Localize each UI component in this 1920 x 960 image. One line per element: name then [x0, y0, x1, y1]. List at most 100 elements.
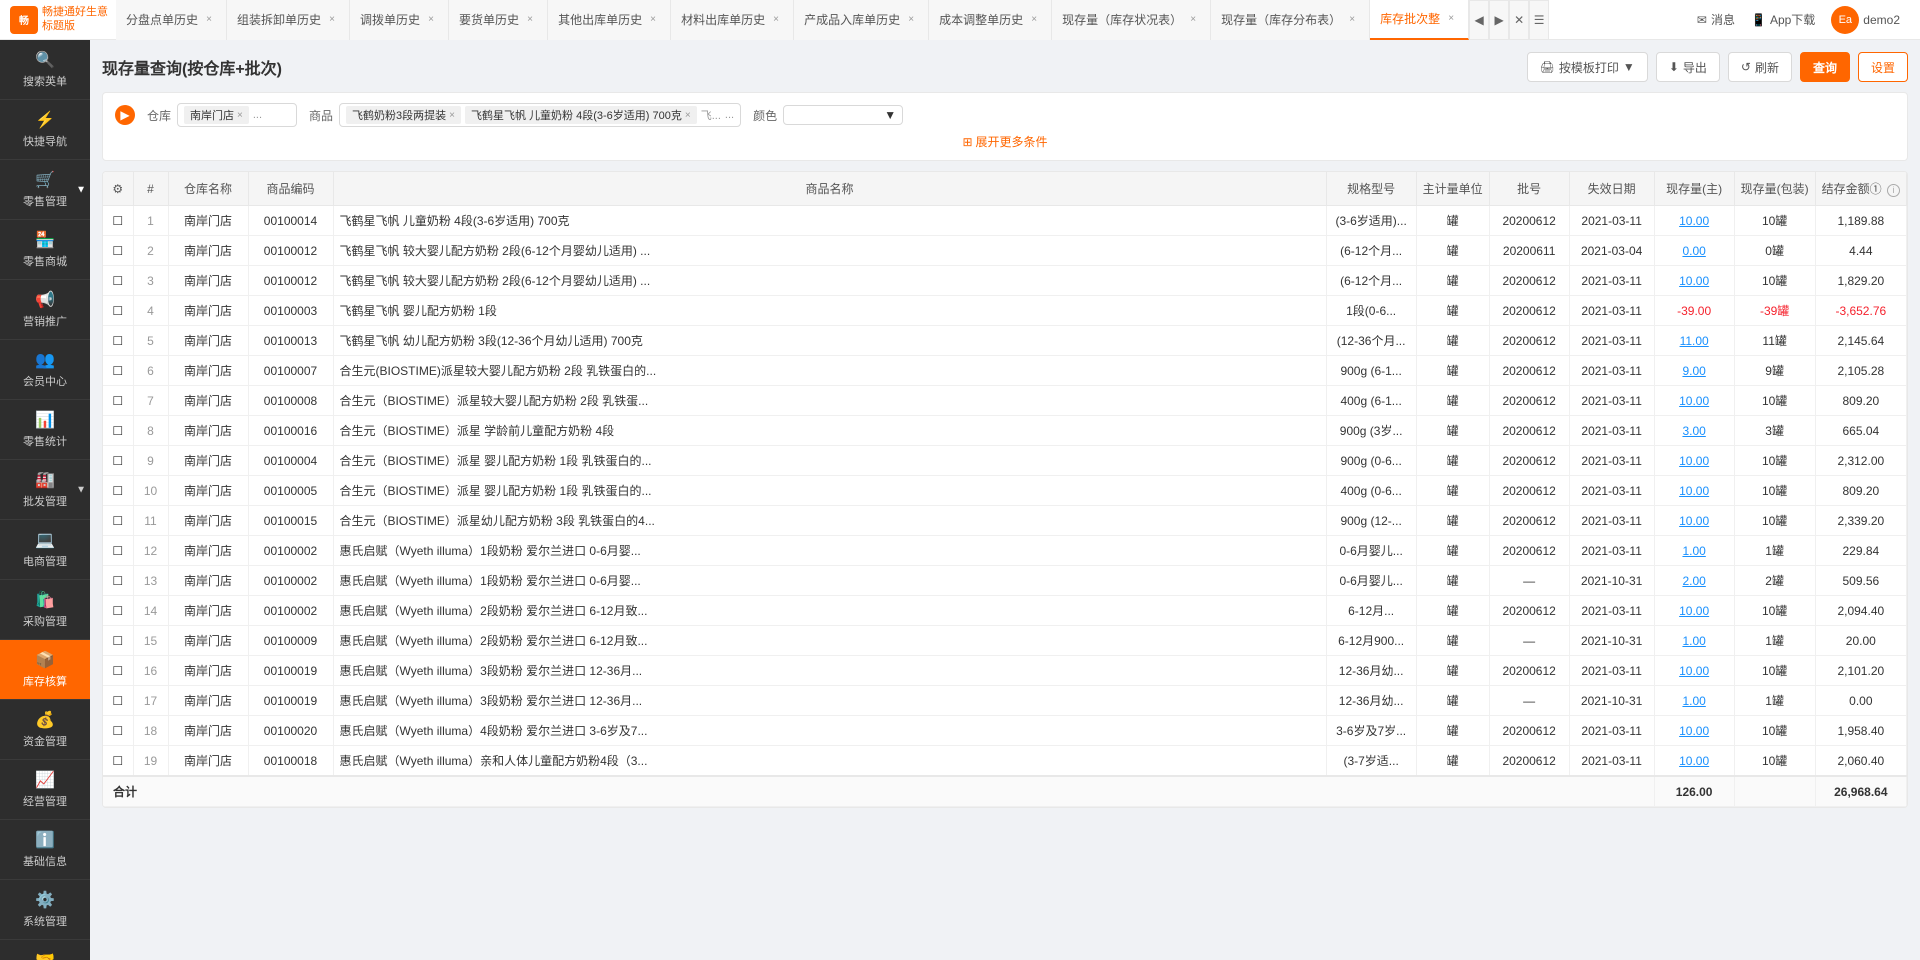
row-settings[interactable]: ☐: [103, 506, 133, 536]
tab-fen-pan[interactable]: 分盘点单历史 ×: [116, 0, 227, 40]
sidebar-item-retail-stats[interactable]: 📊 零售统计: [0, 400, 90, 460]
sidebar-item-operations[interactable]: 📈 经营管理: [0, 760, 90, 820]
tab-close-cai-liao[interactable]: ×: [769, 13, 783, 27]
app-download-button[interactable]: 📱 App下载: [1751, 11, 1815, 28]
row-qty-main[interactable]: 10.00: [1654, 446, 1734, 476]
tab-nav-left[interactable]: ◀: [1469, 0, 1489, 40]
row-qty-main[interactable]: 3.00: [1654, 416, 1734, 446]
row-qty-main[interactable]: 10.00: [1654, 746, 1734, 777]
row-qty-main[interactable]: 2.00: [1654, 566, 1734, 596]
user-menu[interactable]: Ea demo2: [1831, 6, 1900, 34]
table-settings-icon[interactable]: ⚙: [103, 172, 133, 206]
export-button[interactable]: ⬇ 导出: [1656, 52, 1720, 82]
row-qty-main[interactable]: 10.00: [1654, 386, 1734, 416]
row-qty-main[interactable]: 1.00: [1654, 626, 1734, 656]
row-settings[interactable]: ☐: [103, 296, 133, 326]
amount-info-icon[interactable]: i: [1887, 184, 1900, 197]
tab-xian-cun2[interactable]: 现存量（库存分布表） ×: [1211, 0, 1370, 40]
row-settings[interactable]: ☐: [103, 596, 133, 626]
tab-cheng-ben[interactable]: 成本调整单历史 ×: [929, 0, 1052, 40]
color-filter-input[interactable]: ▼: [783, 105, 903, 125]
row-qty-main[interactable]: 11.00: [1654, 326, 1734, 356]
tab-close-diao-bo[interactable]: ×: [424, 13, 438, 27]
sidebar-item-inventory[interactable]: 📦 库存核算: [0, 640, 90, 700]
row-qty-main[interactable]: 1.00: [1654, 686, 1734, 716]
row-qty-main[interactable]: 0.00: [1654, 236, 1734, 266]
tab-yao-huo[interactable]: 要货单历史 ×: [449, 0, 548, 40]
row-qty-main[interactable]: 10.00: [1654, 266, 1734, 296]
sidebar-item-wholesale[interactable]: 🏭 批发管理 ▼: [0, 460, 90, 520]
row-qty-main[interactable]: 10.00: [1654, 206, 1734, 236]
row-settings[interactable]: ☐: [103, 236, 133, 266]
sidebar-item-finance[interactable]: 💰 资金管理: [0, 700, 90, 760]
tab-close-ku-cun[interactable]: ×: [1444, 12, 1458, 26]
row-settings[interactable]: ☐: [103, 656, 133, 686]
row-settings[interactable]: ☐: [103, 626, 133, 656]
row-settings[interactable]: ☐: [103, 266, 133, 296]
row-qty-main[interactable]: 10.00: [1654, 476, 1734, 506]
sidebar-item-marketing[interactable]: 📢 营销推广: [0, 280, 90, 340]
row-qty-main[interactable]: 10.00: [1654, 656, 1734, 686]
filter-expand-button[interactable]: ▶: [115, 105, 135, 125]
query-button[interactable]: 查询: [1800, 52, 1850, 82]
tab-nav-close[interactable]: ✕: [1509, 0, 1529, 40]
tab-diao-bo[interactable]: 调拨单历史 ×: [350, 0, 449, 40]
product-tag1-close[interactable]: ×: [449, 110, 455, 121]
tab-close-fen-pan[interactable]: ×: [202, 13, 216, 27]
tab-nav-menu[interactable]: ☰: [1529, 0, 1549, 40]
tab-ku-cun-pi-ci[interactable]: 库存批次整 ×: [1370, 0, 1469, 40]
row-settings[interactable]: ☐: [103, 746, 133, 777]
sidebar-item-member[interactable]: 👥 会员中心: [0, 340, 90, 400]
sidebar-item-retail[interactable]: 🛒 零售管理 ▼: [0, 160, 90, 220]
sidebar-item-search[interactable]: 🔍 搜索英单: [0, 40, 90, 100]
tab-chan-pin[interactable]: 产成品入库单历史 ×: [794, 0, 929, 40]
row-settings[interactable]: ☐: [103, 416, 133, 446]
sidebar-item-ecommerce[interactable]: 💻 电商管理: [0, 520, 90, 580]
sidebar-item-corp-coop[interactable]: 🤝 企业协同: [0, 940, 90, 960]
message-button[interactable]: ✉ 消息: [1697, 11, 1735, 28]
warehouse-tag-close[interactable]: ×: [237, 110, 243, 121]
product-tag2-close[interactable]: ×: [685, 110, 691, 121]
tab-close-xian-cun2[interactable]: ×: [1345, 13, 1359, 27]
tab-close-cheng-ben[interactable]: ×: [1027, 13, 1041, 27]
row-settings[interactable]: ☐: [103, 206, 133, 236]
row-settings[interactable]: ☐: [103, 356, 133, 386]
tab-zu-zhe[interactable]: 组装拆卸单历史 ×: [227, 0, 350, 40]
row-settings[interactable]: ☐: [103, 446, 133, 476]
row-settings[interactable]: ☐: [103, 386, 133, 416]
row-qty-main[interactable]: 10.00: [1654, 506, 1734, 536]
tab-xian-cun1[interactable]: 现存量（库存状况表） ×: [1052, 0, 1211, 40]
row-settings[interactable]: ☐: [103, 326, 133, 356]
tab-cai-liao[interactable]: 材料出库单历史 ×: [671, 0, 794, 40]
tab-close-chan-pin[interactable]: ×: [904, 13, 918, 27]
tab-close-zu-zhe[interactable]: ×: [325, 13, 339, 27]
product-filter-input[interactable]: 飞鹤奶粉3段两提装 × 飞鹤星飞帆 儿童奶粉 4段(3-6岁适用) 700克 ×…: [339, 103, 741, 127]
tab-close-chu-ku[interactable]: ×: [646, 13, 660, 27]
sidebar-item-sys-mgmt[interactable]: ⚙️ 系统管理: [0, 880, 90, 940]
row-settings[interactable]: ☐: [103, 566, 133, 596]
sidebar-item-purchase[interactable]: 🛍️ 采购管理: [0, 580, 90, 640]
expand-more-button[interactable]: ⊞ 展开更多条件: [115, 133, 1895, 150]
table-footer-row: 合计 126.00 26,968.64: [103, 776, 1907, 807]
row-qty-main[interactable]: -39.00: [1654, 296, 1734, 326]
row-expire: 2021-03-11: [1569, 476, 1654, 506]
row-settings[interactable]: ☐: [103, 716, 133, 746]
row-settings[interactable]: ☐: [103, 536, 133, 566]
warehouse-filter-input[interactable]: 南岸门店 × ...: [177, 103, 297, 127]
sidebar-item-quick-nav[interactable]: ⚡ 快捷导航: [0, 100, 90, 160]
row-qty-main[interactable]: 10.00: [1654, 596, 1734, 626]
row-settings[interactable]: ☐: [103, 686, 133, 716]
refresh-button[interactable]: ↺ 刷新: [1728, 52, 1792, 82]
row-qty-main[interactable]: 10.00: [1654, 716, 1734, 746]
template-print-button[interactable]: 🖨 按模板打印 ▼: [1527, 52, 1648, 82]
row-settings[interactable]: ☐: [103, 476, 133, 506]
row-qty-main[interactable]: 9.00: [1654, 356, 1734, 386]
settings-button[interactable]: 设置: [1858, 52, 1908, 82]
tab-close-yao-huo[interactable]: ×: [523, 13, 537, 27]
tab-close-xian-cun1[interactable]: ×: [1186, 13, 1200, 27]
tab-nav-right[interactable]: ▶: [1489, 0, 1509, 40]
tab-chu-ku[interactable]: 其他出库单历史 ×: [548, 0, 671, 40]
row-qty-main[interactable]: 1.00: [1654, 536, 1734, 566]
sidebar-item-basic-info[interactable]: ℹ️ 基础信息: [0, 820, 90, 880]
sidebar-item-retail-shop[interactable]: 🏪 零售商城: [0, 220, 90, 280]
